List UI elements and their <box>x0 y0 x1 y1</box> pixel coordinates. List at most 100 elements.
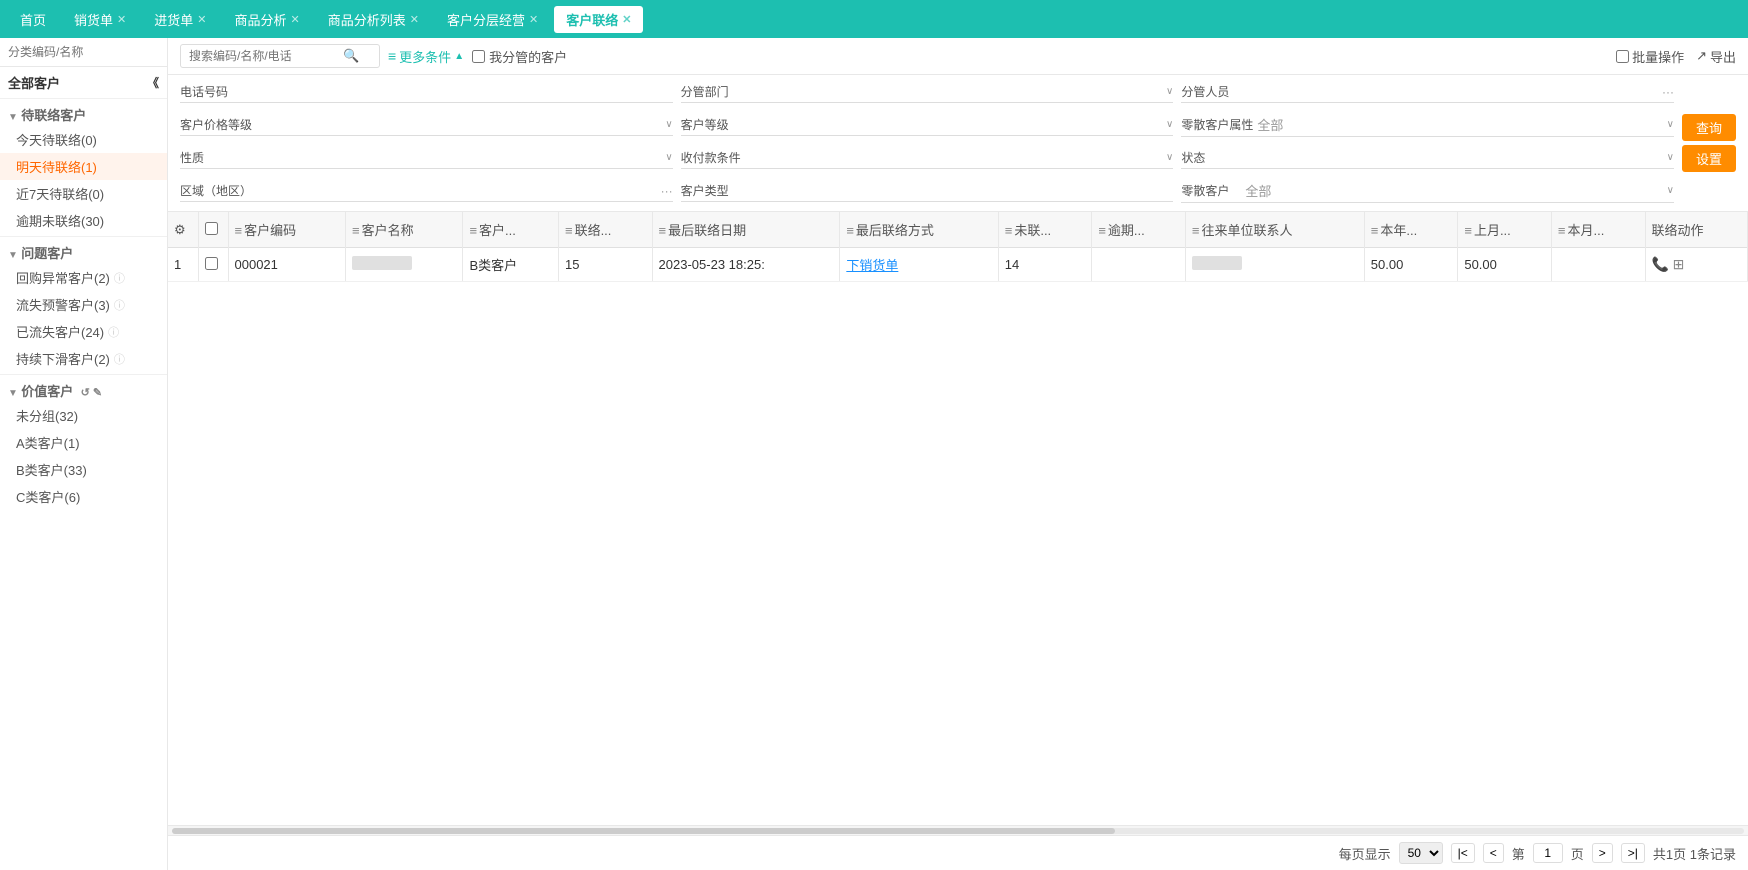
action-phone-icon[interactable]: 📞 <box>1652 256 1669 272</box>
main-search-input[interactable] <box>189 49 339 63</box>
th-checkbox[interactable] <box>198 212 228 248</box>
chevron-down-icon: ∨ <box>1667 119 1674 130</box>
export-icon: ↗ <box>1696 48 1707 64</box>
filter-phone: 电话号码 <box>180 83 673 103</box>
export-button[interactable]: ↗ 导出 <box>1696 47 1736 66</box>
main-layout: 🔍 全部客户 《 ▼ 待联络客户 今天待联络(0) 明天待联络(1) 近7天待联… <box>0 38 1748 870</box>
td-checkbox[interactable] <box>198 248 228 282</box>
info-icon: ⓘ <box>114 351 125 367</box>
sidebar-item-a-class[interactable]: A类客户(1) <box>0 429 167 456</box>
nav-product-analysis-list[interactable]: 商品分析列表 ✕ <box>316 6 431 33</box>
chevron-down-icon: ∨ <box>1667 152 1674 163</box>
settings-button[interactable]: 设置 <box>1682 145 1736 172</box>
th-contact-count[interactable]: ≡联络... <box>558 212 652 248</box>
query-button[interactable]: 查询 <box>1682 114 1736 141</box>
info-icon: ⓘ <box>114 297 125 313</box>
per-page-select[interactable]: 50 <box>1399 842 1443 864</box>
th-contact-person[interactable]: ≡往来单位联系人 <box>1185 212 1364 248</box>
next-page-button[interactable]: > <box>1592 843 1613 863</box>
scrollbar-thumb[interactable] <box>172 828 1115 834</box>
sidebar-item-7days[interactable]: 近7天待联络(0) <box>0 180 167 207</box>
sidebar: 🔍 全部客户 《 ▼ 待联络客户 今天待联络(0) 明天待联络(1) 近7天待联… <box>0 38 168 870</box>
nav-product-analysis[interactable]: 商品分析 ✕ <box>222 6 311 33</box>
close-customer-contact-icon[interactable]: ✕ <box>622 13 631 26</box>
sidebar-search-input[interactable] <box>8 45 163 59</box>
th-this-month[interactable]: ≡本月... <box>1551 212 1645 248</box>
select-all-checkbox[interactable] <box>205 222 218 235</box>
th-name[interactable]: ≡客户名称 <box>345 212 462 248</box>
filter-status: 状态 ∨ <box>1181 149 1674 169</box>
search-box: 🔍 <box>180 44 380 68</box>
my-customer-check[interactable] <box>472 50 485 63</box>
th-this-year[interactable]: ≡本年... <box>1364 212 1458 248</box>
nav-sales-order[interactable]: 销货单 ✕ <box>62 6 138 33</box>
td-last-month: 50.00 <box>1458 248 1552 282</box>
content-area: 🔍 ≡ 更多条件 ▲ 我分管的客户 批量操作 ↗ 导出 <box>168 38 1748 870</box>
page-number-input[interactable] <box>1533 843 1563 863</box>
th-code[interactable]: ≡客户编码 <box>228 212 345 248</box>
th-last-month[interactable]: ≡上月... <box>1458 212 1552 248</box>
th-overdue[interactable]: ≡逾期... <box>1092 212 1186 248</box>
table-container: ⚙ ≡客户编码 ≡客户名称 ≡客户... ≡联络... ≡最后联络日期 ≡最后联… <box>168 212 1748 825</box>
td-actions: 📞 ⊞ <box>1645 248 1748 282</box>
horizontal-scrollbar[interactable] <box>168 825 1748 835</box>
row-checkbox[interactable] <box>205 257 218 270</box>
th-unlinking[interactable]: ≡未联... <box>998 212 1092 248</box>
close-product-analysis-icon[interactable]: ✕ <box>291 13 300 26</box>
settings-icon[interactable]: ⚙ <box>174 222 186 237</box>
nav-home[interactable]: 首页 <box>8 6 58 33</box>
pagination-footer: 每页显示 50 |< < 第 页 > >| 共1页 1条记录 <box>168 835 1748 870</box>
sidebar-item-churned[interactable]: 已流失客户(24) ⓘ <box>0 318 167 345</box>
more-filter-toggle[interactable]: ≡ 更多条件 ▲ <box>388 47 464 66</box>
sidebar-item-b-class[interactable]: B类客户(33) <box>0 456 167 483</box>
sidebar-item-ungrouped[interactable]: 未分组(32) <box>0 402 167 429</box>
td-unlinking: 14 <box>998 248 1092 282</box>
nav-customer-segment[interactable]: 客户分层经营 ✕ <box>435 6 550 33</box>
customer-table: ⚙ ≡客户编码 ≡客户名称 ≡客户... ≡联络... ≡最后联络日期 ≡最后联… <box>168 212 1748 282</box>
th-customer-type[interactable]: ≡客户... <box>463 212 559 248</box>
batch-checkbox[interactable] <box>1616 50 1629 63</box>
sidebar-search-area: 🔍 <box>0 38 167 67</box>
first-page-button[interactable]: |< <box>1451 843 1475 863</box>
filter-row-4: 区域（地区） ··· 客户类型 <box>180 181 1674 203</box>
sidebar-item-tomorrow[interactable]: 明天待联络(1) <box>0 153 167 180</box>
top-nav: 首页 销货单 ✕ 进货单 ✕ 商品分析 ✕ 商品分析列表 ✕ 客户分层经营 ✕ … <box>0 0 1748 38</box>
scrollbar-track <box>172 828 1744 834</box>
close-sales-order-icon[interactable]: ✕ <box>117 13 126 26</box>
sidebar-item-overdue[interactable]: 逾期未联络(30) <box>0 207 167 234</box>
td-customer-type: B类客户 <box>463 248 559 282</box>
td-last-contact-date: 2023-05-23 18:25: <box>652 248 840 282</box>
td-contact-person <box>1185 248 1364 282</box>
action-more-icon[interactable]: ⊞ <box>1673 256 1685 272</box>
sidebar-item-today[interactable]: 今天待联络(0) <box>0 126 167 153</box>
sidebar-item-declining[interactable]: 持续下滑客户(2) ⓘ <box>0 345 167 372</box>
th-settings[interactable]: ⚙ <box>168 212 198 248</box>
sidebar-item-abnormal-repurchase[interactable]: 回购异常客户(2) ⓘ <box>0 264 167 291</box>
all-customers-header[interactable]: 全部客户 《 <box>0 67 167 96</box>
search-icon[interactable]: 🔍 <box>343 48 359 64</box>
close-product-analysis-list-icon[interactable]: ✕ <box>410 13 419 26</box>
chevron-down-icon: ∨ <box>1166 152 1173 163</box>
right-actions: 批量操作 ↗ 导出 <box>1616 47 1736 66</box>
prev-page-button[interactable]: < <box>1483 843 1504 863</box>
th-last-contact-date[interactable]: ≡最后联络日期 <box>652 212 840 248</box>
my-customer-checkbox[interactable]: 我分管的客户 <box>472 47 567 66</box>
table-row: 1 000021 B类客户 15 2023-05-23 18:25: 下销货单 … <box>168 248 1748 282</box>
close-purchase-order-icon[interactable]: ✕ <box>197 13 206 26</box>
pending-contact-group: ▼ 待联络客户 <box>0 101 167 126</box>
value-customers-group: ▼ 价值客户 ↺ ✎ <box>0 377 167 402</box>
nav-customer-contact[interactable]: 客户联络 ✕ <box>554 6 643 33</box>
filter-payment: 收付款条件 ∨ <box>681 149 1174 169</box>
td-this-month <box>1551 248 1645 282</box>
advanced-filter: 电话号码 分管部门 ∨ 分管人员 <box>168 75 1748 212</box>
filter-customer-level: 客户等级 ∨ <box>681 116 1174 136</box>
td-last-contact-method[interactable]: 下销货单 <box>840 248 998 282</box>
filter-retail-attr: 零散客户属性 全部 ∨ <box>1181 115 1674 137</box>
sidebar-item-c-class[interactable]: C类客户(6) <box>0 483 167 510</box>
last-page-button[interactable]: >| <box>1621 843 1645 863</box>
th-last-contact-method[interactable]: ≡最后联络方式 <box>840 212 998 248</box>
close-customer-segment-icon[interactable]: ✕ <box>529 13 538 26</box>
batch-action-button[interactable]: 批量操作 <box>1616 47 1684 66</box>
nav-purchase-order[interactable]: 进货单 ✕ <box>142 6 218 33</box>
sidebar-item-churn-warning[interactable]: 流失预警客户(3) ⓘ <box>0 291 167 318</box>
